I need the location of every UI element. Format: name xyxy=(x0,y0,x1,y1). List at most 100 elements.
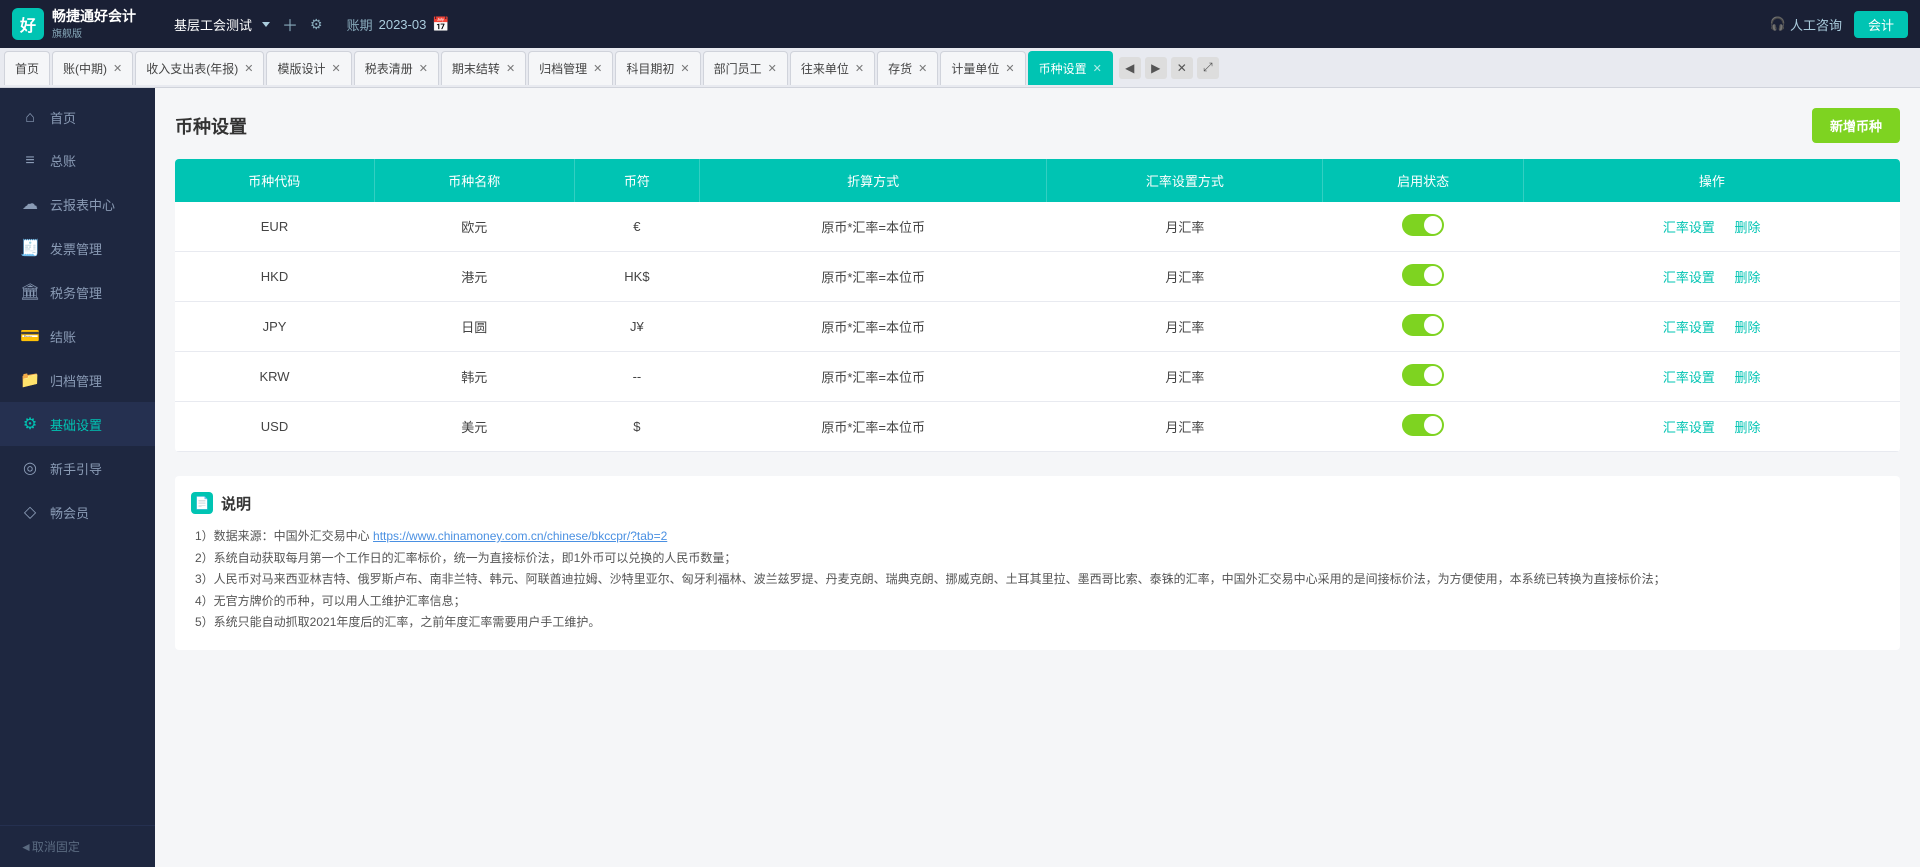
tab-inventory-label: 存货 xyxy=(888,60,912,77)
pin-toggle[interactable]: ◄取消固定 xyxy=(0,825,155,867)
tab-expand-button[interactable]: ⤢ xyxy=(1197,57,1219,79)
tab-subject[interactable]: 科目期初 ✕ xyxy=(615,51,700,85)
cell-actions-2: 汇率设置 删除 xyxy=(1523,302,1900,352)
cell-rate-type-0: 月汇率 xyxy=(1047,202,1323,252)
tab-unit-label: 计量单位 xyxy=(951,60,999,77)
cell-actions-4: 汇率设置 删除 xyxy=(1523,402,1900,452)
toggle-bg-1[interactable] xyxy=(1402,264,1444,286)
tab-tax-table[interactable]: 税表清册 ✕ xyxy=(354,51,439,85)
tab-home[interactable]: 首页 xyxy=(4,51,50,85)
new-currency-button[interactable]: 新增币种 xyxy=(1812,108,1900,143)
tab-department[interactable]: 部门员工 ✕ xyxy=(703,51,788,85)
delete-link-3[interactable]: 删除 xyxy=(1734,370,1760,385)
sidebar-item-tax[interactable]: 🏛 税务管理 xyxy=(0,270,155,314)
app-logo-icon: 好 xyxy=(12,8,44,40)
toggle-4[interactable] xyxy=(1402,414,1444,436)
tab-period-close[interactable]: ✕ xyxy=(113,62,122,75)
cell-rate-type-2: 月汇率 xyxy=(1047,302,1323,352)
toggle-2[interactable] xyxy=(1402,314,1444,336)
tab-subject-close[interactable]: ✕ xyxy=(680,62,689,75)
tab-period-label: 账(中期) xyxy=(63,60,107,77)
toggle-bg-4[interactable] xyxy=(1402,414,1444,436)
tab-inventory[interactable]: 存货 ✕ xyxy=(877,51,938,85)
rate-setting-link-0[interactable]: 汇率设置 xyxy=(1663,220,1715,235)
delete-link-0[interactable]: 删除 xyxy=(1734,220,1760,235)
sidebar-item-member[interactable]: ◇ 畅会员 xyxy=(0,490,155,534)
tab-template-close[interactable]: ✕ xyxy=(331,62,340,75)
page-title: 币种设置 xyxy=(175,113,247,139)
cell-status-1 xyxy=(1323,252,1523,302)
tab-contacts-close[interactable]: ✕ xyxy=(855,62,864,75)
company-selector[interactable]: 基层工会测试 xyxy=(174,15,270,34)
rate-setting-link-1[interactable]: 汇率设置 xyxy=(1663,270,1715,285)
cell-name-1: 港元 xyxy=(374,252,574,302)
toggle-bg-2[interactable] xyxy=(1402,314,1444,336)
cell-symbol-0: € xyxy=(574,202,699,252)
cell-actions-0: 汇率设置 删除 xyxy=(1523,202,1900,252)
delete-link-2[interactable]: 删除 xyxy=(1734,320,1760,335)
delete-link-4[interactable]: 删除 xyxy=(1734,420,1760,435)
help-button[interactable]: 🎧 人工咨询 xyxy=(1770,15,1842,34)
tab-income-report-close[interactable]: ✕ xyxy=(244,62,253,75)
tab-contacts[interactable]: 往来单位 ✕ xyxy=(790,51,875,85)
tab-currency-close[interactable]: ✕ xyxy=(1093,62,1102,75)
cell-actions-3: 汇率设置 删除 xyxy=(1523,352,1900,402)
tab-period-end-close[interactable]: ✕ xyxy=(506,62,515,75)
notes-link-chinamoney[interactable]: https://www.chinamoney.com.cn/chinese/bk… xyxy=(373,529,667,543)
sidebar-item-checkout[interactable]: 💳 结账 xyxy=(0,314,155,358)
tab-template[interactable]: 模版设计 ✕ xyxy=(266,51,351,85)
app-wrapper: 好 畅捷通好会计 旗舰版 基层工会测试 ＋ ⚙ 账期 2023-03 📅 🎧 人… xyxy=(0,0,1920,867)
col-rate-type: 汇率设置方式 xyxy=(1047,159,1323,202)
tab-tax-table-close[interactable]: ✕ xyxy=(419,62,428,75)
delete-link-1[interactable]: 删除 xyxy=(1734,270,1760,285)
cell-status-0 xyxy=(1323,202,1523,252)
tab-archive[interactable]: 归档管理 ✕ xyxy=(528,51,613,85)
cell-symbol-2: J¥ xyxy=(574,302,699,352)
settings-icon[interactable]: ⚙ xyxy=(310,16,323,33)
col-code: 币种代码 xyxy=(175,159,374,202)
sidebar-item-archive[interactable]: 📁 归档管理 xyxy=(0,358,155,402)
sidebar-item-guide[interactable]: ◎ 新手引导 xyxy=(0,446,155,490)
sidebar-item-settings[interactable]: ⚙ 基础设置 xyxy=(0,402,155,446)
app-name: 畅捷通好会计 xyxy=(52,8,136,25)
sidebar-item-ledger[interactable]: ≡ 总账 xyxy=(0,139,155,182)
cell-code-1: HKD xyxy=(175,252,374,302)
tab-period-end[interactable]: 期末结转 ✕ xyxy=(441,51,526,85)
tax-icon: 🏛 xyxy=(20,282,40,302)
rate-setting-link-4[interactable]: 汇率设置 xyxy=(1663,420,1715,435)
col-name: 币种名称 xyxy=(374,159,574,202)
tab-unit[interactable]: 计量单位 ✕ xyxy=(940,51,1025,85)
tab-inventory-close[interactable]: ✕ xyxy=(918,62,927,75)
tab-currency[interactable]: 币种设置 ✕ xyxy=(1028,51,1113,85)
app-edition: 旗舰版 xyxy=(52,25,136,40)
notes-item-3: 4）无官方牌价的币种，可以用人工维护汇率信息； xyxy=(191,591,1884,613)
tab-income-report[interactable]: 收入支出表(年报) ✕ xyxy=(135,51,264,85)
add-tab-icon[interactable]: ＋ xyxy=(282,12,298,36)
rate-setting-link-3[interactable]: 汇率设置 xyxy=(1663,370,1715,385)
tab-next-button[interactable]: ▶ xyxy=(1145,57,1167,79)
sidebar-item-home[interactable]: ⌂ 首页 xyxy=(0,96,155,139)
toggle-0[interactable] xyxy=(1402,214,1444,236)
rate-setting-link-2[interactable]: 汇率设置 xyxy=(1663,320,1715,335)
toggle-bg-0[interactable] xyxy=(1402,214,1444,236)
toggle-knob-1 xyxy=(1424,266,1442,284)
toggle-bg-3[interactable] xyxy=(1402,364,1444,386)
sidebar-item-invoice[interactable]: 🧾 发票管理 xyxy=(0,226,155,270)
tab-unit-close[interactable]: ✕ xyxy=(1005,62,1014,75)
logo-area: 好 畅捷通好会计 旗舰版 xyxy=(12,8,162,40)
reports-icon: ☁ xyxy=(20,194,40,214)
account-button[interactable]: 会计 xyxy=(1854,11,1908,38)
calendar-icon[interactable]: 📅 xyxy=(432,16,449,33)
tab-department-close[interactable]: ✕ xyxy=(768,62,777,75)
cell-symbol-3: -- xyxy=(574,352,699,402)
sidebar-item-archive-label: 归档管理 xyxy=(50,371,102,390)
table-row: JPY 日圆 J¥ 原币*汇率=本位币 月汇率 汇率设置 删除 xyxy=(175,302,1900,352)
tab-close-all-button[interactable]: ✕ xyxy=(1171,57,1193,79)
tab-archive-close[interactable]: ✕ xyxy=(593,62,602,75)
sidebar-item-reports[interactable]: ☁ 云报表中心 xyxy=(0,182,155,226)
tab-prev-button[interactable]: ◀ xyxy=(1119,57,1141,79)
toggle-3[interactable] xyxy=(1402,364,1444,386)
toggle-1[interactable] xyxy=(1402,264,1444,286)
sidebar: ⌂ 首页 ≡ 总账 ☁ 云报表中心 🧾 发票管理 🏛 税务管理 xyxy=(0,88,155,867)
tab-period[interactable]: 账(中期) ✕ xyxy=(52,51,133,85)
